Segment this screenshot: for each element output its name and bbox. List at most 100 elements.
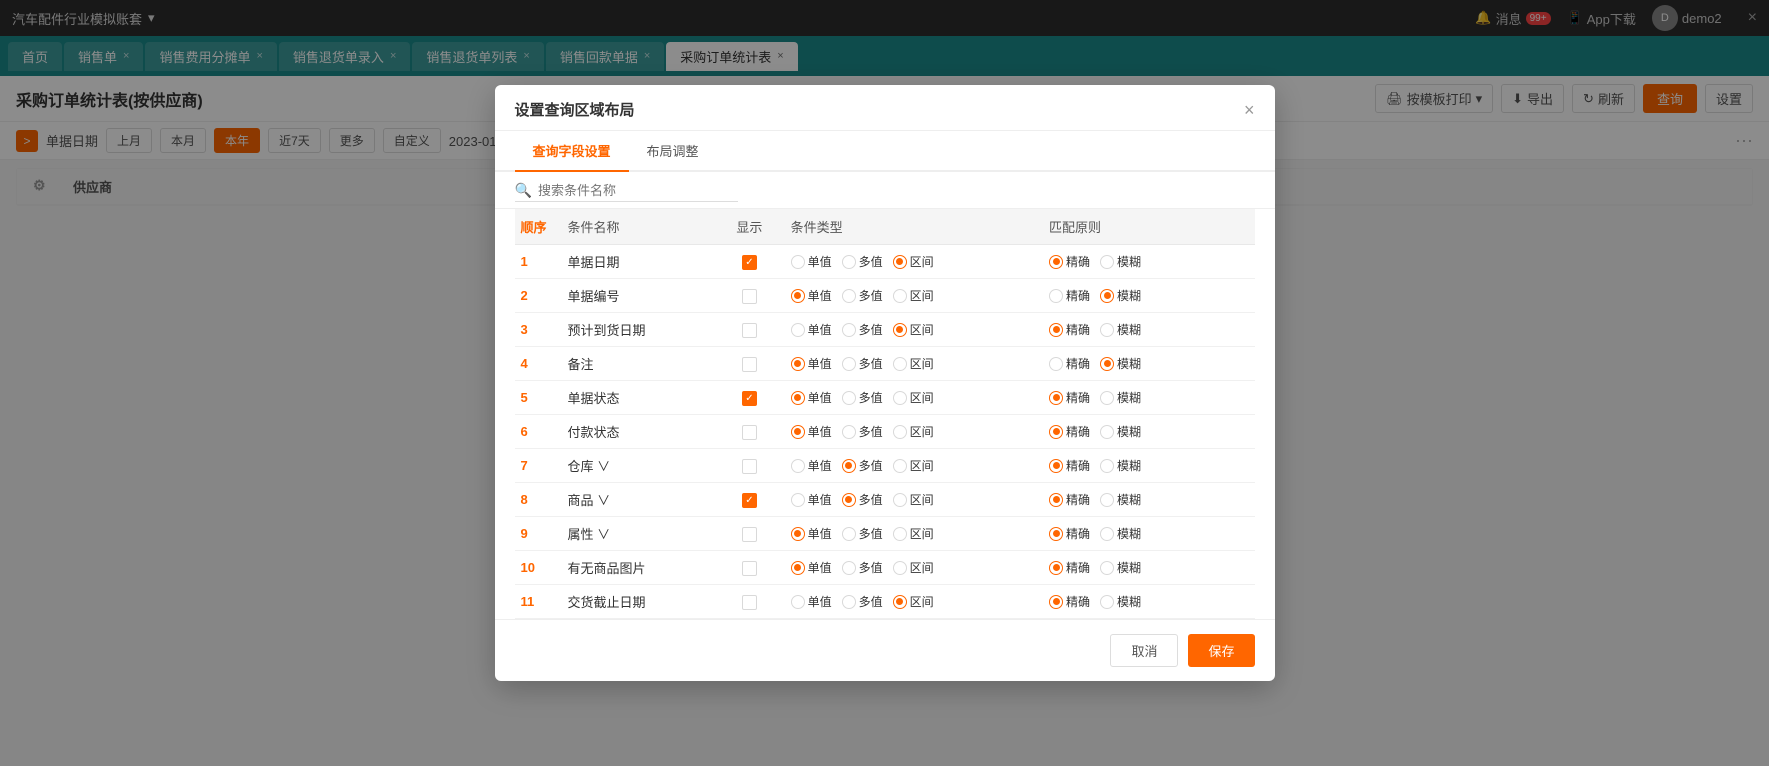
display-checkbox[interactable] [742, 289, 757, 304]
match-radio-item[interactable]: 精确 [1049, 457, 1090, 474]
type-radio-item[interactable]: 单值 [791, 491, 832, 508]
match-radio-item[interactable]: 精确 [1049, 287, 1090, 304]
cell-order: 1 [515, 245, 562, 279]
type-radio-item[interactable]: 区间 [893, 287, 934, 304]
match-radio-item[interactable]: 精确 [1049, 321, 1090, 338]
display-checkbox[interactable] [742, 459, 757, 474]
type-radio-item[interactable]: 区间 [893, 525, 934, 542]
type-radio-item[interactable]: 单值 [791, 457, 832, 474]
type-radio-item[interactable]: 单值 [791, 253, 832, 270]
type-radio-item[interactable]: 区间 [893, 423, 934, 440]
match-radio-item[interactable]: 精确 [1049, 389, 1090, 406]
type-radio-item[interactable]: 区间 [893, 559, 934, 576]
type-radio-item[interactable]: 单值 [791, 389, 832, 406]
cell-display[interactable]: ✓ [714, 381, 784, 415]
display-checkbox[interactable] [742, 323, 757, 338]
match-radio-item[interactable]: 模糊 [1100, 355, 1141, 372]
display-checkbox[interactable]: ✓ [742, 255, 757, 270]
match-radio-item[interactable]: 精确 [1049, 253, 1090, 270]
radio-label: 区间 [910, 355, 934, 372]
type-radio-item[interactable]: 多值 [842, 593, 883, 610]
match-radio-item[interactable]: 模糊 [1100, 457, 1141, 474]
cell-display[interactable] [714, 347, 784, 381]
type-radio-group: 单值多值区间 [791, 593, 1037, 610]
match-radio-item[interactable]: 模糊 [1100, 253, 1141, 270]
match-radio-item[interactable]: 模糊 [1100, 321, 1141, 338]
type-radio-item[interactable]: 区间 [893, 389, 934, 406]
type-radio-item[interactable]: 单值 [791, 525, 832, 542]
cell-type: 单值多值区间 [785, 551, 1043, 585]
cell-display[interactable] [714, 517, 784, 551]
match-radio-item[interactable]: 精确 [1049, 559, 1090, 576]
type-radio-item[interactable]: 单值 [791, 559, 832, 576]
type-radio-item[interactable]: 多值 [842, 355, 883, 372]
cell-display[interactable] [714, 415, 784, 449]
modal-table-area: 顺序 条件名称 显示 条件类型 匹配原则 1单据日期✓单值多值区间精确模糊2单据… [495, 209, 1275, 619]
display-checkbox[interactable] [742, 527, 757, 542]
cancel-button[interactable]: 取消 [1110, 634, 1178, 667]
type-radio-item[interactable]: 区间 [893, 321, 934, 338]
type-radio-item[interactable]: 区间 [893, 355, 934, 372]
modal-tab-layout[interactable]: 布局调整 [629, 131, 717, 172]
type-radio-item[interactable]: 多值 [842, 253, 883, 270]
display-checkbox[interactable] [742, 425, 757, 440]
match-radio-item[interactable]: 精确 [1049, 525, 1090, 542]
match-radio-item[interactable]: 模糊 [1100, 491, 1141, 508]
match-radio-item[interactable]: 模糊 [1100, 389, 1141, 406]
type-radio-item[interactable]: 多值 [842, 423, 883, 440]
cell-display[interactable]: ✓ [714, 483, 784, 517]
radio-label: 多值 [859, 423, 883, 440]
display-checkbox[interactable] [742, 357, 757, 372]
match-radio-item[interactable]: 模糊 [1100, 559, 1141, 576]
cell-match: 精确模糊 [1043, 551, 1254, 585]
display-checkbox[interactable]: ✓ [742, 391, 757, 406]
match-radio-item[interactable]: 精确 [1049, 355, 1090, 372]
radio-circle [1049, 561, 1063, 575]
type-radio-item[interactable]: 多值 [842, 559, 883, 576]
match-radio-item[interactable]: 精确 [1049, 491, 1090, 508]
display-checkbox[interactable]: ✓ [742, 493, 757, 508]
type-radio-item[interactable]: 多值 [842, 389, 883, 406]
type-radio-item[interactable]: 多值 [842, 491, 883, 508]
display-checkbox[interactable] [742, 595, 757, 610]
type-radio-item[interactable]: 多值 [842, 525, 883, 542]
type-radio-item[interactable]: 单值 [791, 423, 832, 440]
cell-display[interactable]: ✓ [714, 245, 784, 279]
type-radio-item[interactable]: 区间 [893, 253, 934, 270]
type-radio-item[interactable]: 区间 [893, 457, 934, 474]
match-radio-item[interactable]: 模糊 [1100, 525, 1141, 542]
modal-tab-query[interactable]: 查询字段设置 [515, 131, 629, 172]
modal-close-button[interactable]: × [1244, 101, 1255, 119]
cell-display[interactable] [714, 279, 784, 313]
match-radio-item[interactable]: 模糊 [1100, 423, 1141, 440]
type-radio-item[interactable]: 单值 [791, 355, 832, 372]
cell-name: 仓库 ∨ [561, 449, 714, 483]
cell-match: 精确模糊 [1043, 245, 1254, 279]
match-radio-item[interactable]: 模糊 [1100, 593, 1141, 610]
cell-name: 商品 ∨ [561, 483, 714, 517]
cell-display[interactable] [714, 551, 784, 585]
type-radio-item[interactable]: 区间 [893, 491, 934, 508]
match-radio-item[interactable]: 精确 [1049, 423, 1090, 440]
radio-label: 多值 [859, 525, 883, 542]
display-checkbox[interactable] [742, 561, 757, 576]
type-radio-item[interactable]: 多值 [842, 321, 883, 338]
cell-display[interactable] [714, 313, 784, 347]
match-radio-item[interactable]: 模糊 [1100, 287, 1141, 304]
search-input[interactable] [538, 183, 738, 198]
type-radio-item[interactable]: 区间 [893, 593, 934, 610]
type-radio-item[interactable]: 单值 [791, 287, 832, 304]
radio-label: 模糊 [1117, 355, 1141, 372]
radio-circle [1049, 425, 1063, 439]
type-radio-item[interactable]: 单值 [791, 321, 832, 338]
cell-display[interactable] [714, 449, 784, 483]
type-radio-item[interactable]: 多值 [842, 287, 883, 304]
match-radio-item[interactable]: 精确 [1049, 593, 1090, 610]
table-body: 1单据日期✓单值多值区间精确模糊2单据编号单值多值区间精确模糊3预计到货日期单值… [515, 245, 1255, 619]
type-radio-item[interactable]: 单值 [791, 593, 832, 610]
save-button[interactable]: 保存 [1188, 634, 1254, 667]
type-radio-item[interactable]: 多值 [842, 457, 883, 474]
radio-circle [893, 391, 907, 405]
cell-match: 精确模糊 [1043, 517, 1254, 551]
cell-display[interactable] [714, 585, 784, 619]
